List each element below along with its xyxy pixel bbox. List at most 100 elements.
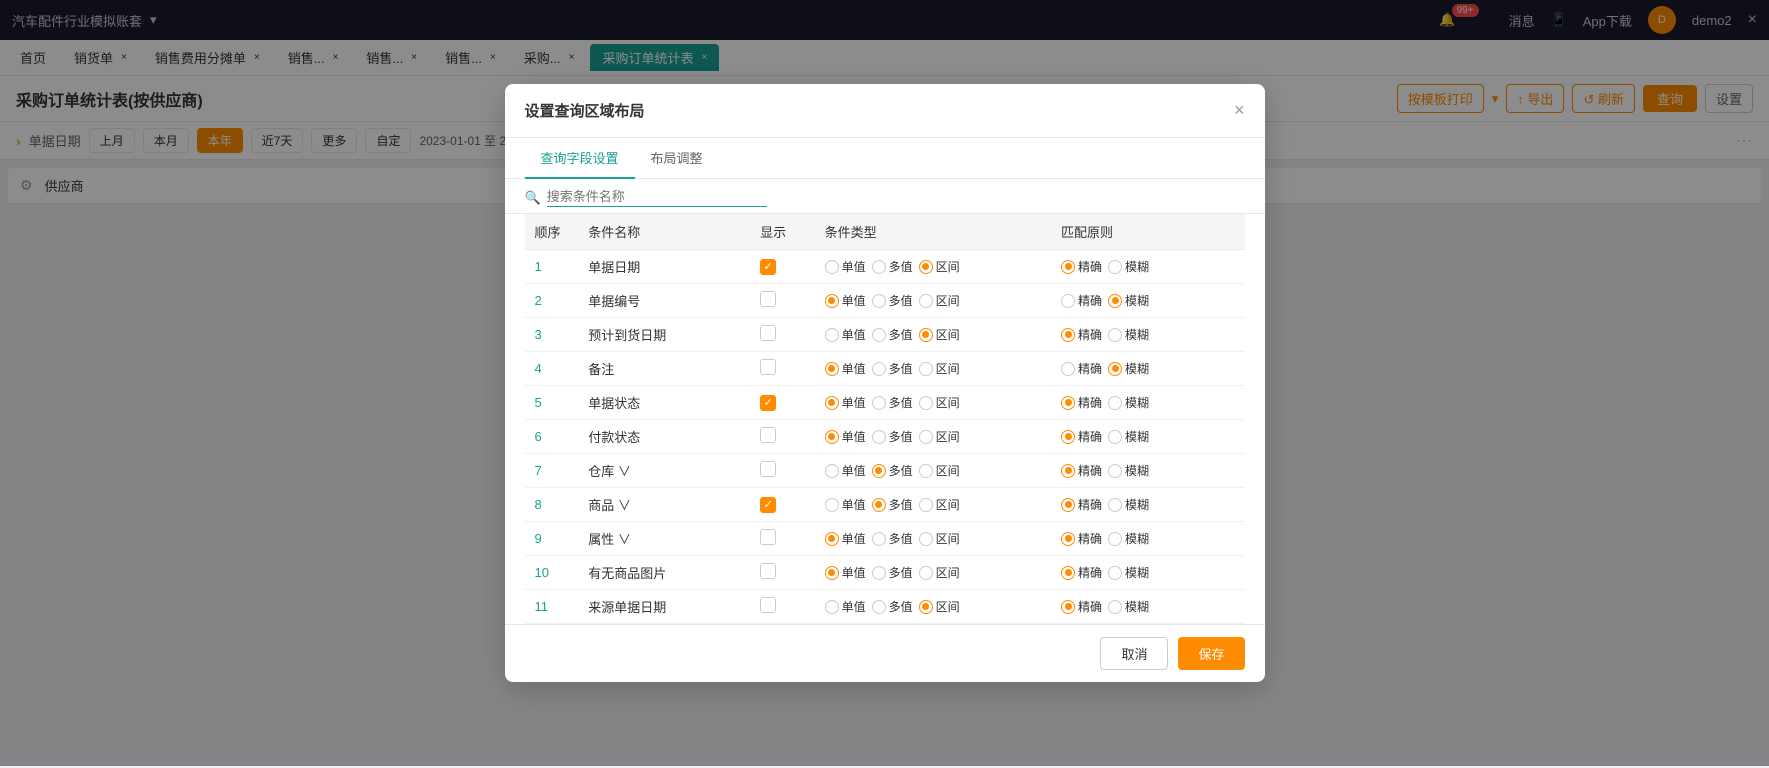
radio-label-多值-5: 多值: [889, 428, 913, 445]
type-option-单值-8[interactable]: 单值: [825, 530, 866, 547]
type-option-单值-7[interactable]: 单值: [825, 496, 866, 513]
type-option-区间-6[interactable]: 区间: [919, 462, 960, 479]
checkbox-10[interactable]: [760, 597, 776, 613]
row-show-0[interactable]: ✓: [750, 250, 814, 284]
checkbox-4[interactable]: ✓: [760, 395, 776, 411]
row-type-5: 单值 多值区间: [815, 420, 1051, 454]
type-option-区间-7[interactable]: 区间: [919, 496, 960, 513]
match-option-精确-8[interactable]: 精确: [1061, 530, 1102, 547]
radio-label-多值-3: 多值: [889, 360, 913, 377]
tab-layout-adjust[interactable]: 布局调整: [635, 138, 719, 179]
checkbox-7[interactable]: ✓: [760, 497, 776, 513]
match-option-模糊-0[interactable]: 模糊: [1108, 258, 1149, 275]
type-option-多值-9[interactable]: 多值: [872, 564, 913, 581]
type-option-区间-1[interactable]: 区间: [919, 292, 960, 309]
match-option-精确-7[interactable]: 精确: [1061, 496, 1102, 513]
match-radio-circle-精确-3: [1061, 362, 1075, 376]
row-show-6[interactable]: [750, 454, 814, 488]
checkbox-9[interactable]: [760, 563, 776, 579]
type-option-单值-6[interactable]: 单值: [825, 462, 866, 479]
row-show-10[interactable]: [750, 590, 814, 624]
type-option-多值-8[interactable]: 多值: [872, 530, 913, 547]
row-name-8: 属性 ∨: [578, 522, 750, 556]
checkbox-0[interactable]: ✓: [760, 259, 776, 275]
match-option-模糊-9[interactable]: 模糊: [1108, 564, 1149, 581]
type-option-单值-4[interactable]: 单值: [825, 394, 866, 411]
type-option-多值-3[interactable]: 多值: [872, 360, 913, 377]
match-option-模糊-3[interactable]: 模糊: [1108, 360, 1149, 377]
checkbox-3[interactable]: [760, 359, 776, 375]
type-option-单值-9[interactable]: 单值: [825, 564, 866, 581]
type-option-多值-6[interactable]: 多值: [872, 462, 913, 479]
radio-label-单值-9: 单值: [842, 564, 866, 581]
table-row: 1单据日期✓单值多值区间精确模糊: [525, 250, 1245, 284]
row-show-3[interactable]: [750, 352, 814, 386]
match-option-精确-5[interactable]: 精确: [1061, 428, 1102, 445]
search-input[interactable]: [547, 189, 747, 204]
match-option-模糊-2[interactable]: 模糊: [1108, 326, 1149, 343]
match-radio-label-模糊-6: 模糊: [1125, 462, 1149, 479]
type-option-区间-0[interactable]: 区间: [919, 258, 960, 275]
row-show-2[interactable]: [750, 318, 814, 352]
match-option-精确-4[interactable]: 精确: [1061, 394, 1102, 411]
type-option-单值-5[interactable]: 单值: [825, 428, 866, 445]
row-order-10: 11: [525, 590, 579, 624]
checkbox-2[interactable]: [760, 325, 776, 341]
radio-label-多值-7: 多值: [889, 496, 913, 513]
type-option-多值-2[interactable]: 多值: [872, 326, 913, 343]
type-option-区间-9[interactable]: 区间: [919, 564, 960, 581]
type-option-多值-1[interactable]: 多值: [872, 292, 913, 309]
match-option-模糊-8[interactable]: 模糊: [1108, 530, 1149, 547]
checkbox-1[interactable]: [760, 291, 776, 307]
match-radio-label-精确-2: 精确: [1078, 326, 1102, 343]
match-option-精确-0[interactable]: 精确: [1061, 258, 1102, 275]
type-option-多值-5[interactable]: 多值: [872, 428, 913, 445]
checkbox-5[interactable]: [760, 427, 776, 443]
save-button[interactable]: 保存: [1178, 637, 1244, 670]
radio-circle-区间-8: [919, 532, 933, 546]
modal-close-button[interactable]: ×: [1234, 100, 1245, 121]
checkbox-8[interactable]: [760, 529, 776, 545]
type-option-多值-7[interactable]: 多值: [872, 496, 913, 513]
match-option-精确-2[interactable]: 精确: [1061, 326, 1102, 343]
match-option-模糊-10[interactable]: 模糊: [1108, 598, 1149, 615]
match-option-模糊-7[interactable]: 模糊: [1108, 496, 1149, 513]
type-option-多值-10[interactable]: 多值: [872, 598, 913, 615]
type-option-单值-3[interactable]: 单值: [825, 360, 866, 377]
type-option-区间-2[interactable]: 区间: [919, 326, 960, 343]
modal-header: 设置查询区域布局 ×: [505, 84, 1265, 138]
tab-query-fields[interactable]: 查询字段设置: [525, 138, 635, 179]
type-option-单值-10[interactable]: 单值: [825, 598, 866, 615]
type-option-区间-10[interactable]: 区间: [919, 598, 960, 615]
type-option-多值-4[interactable]: 多值: [872, 394, 913, 411]
type-option-区间-3[interactable]: 区间: [919, 360, 960, 377]
type-option-多值-0[interactable]: 多值: [872, 258, 913, 275]
row-name-1: 单据编号: [578, 284, 750, 318]
match-option-精确-1[interactable]: 精确: [1061, 292, 1102, 309]
match-option-模糊-4[interactable]: 模糊: [1108, 394, 1149, 411]
row-name-6: 仓库 ∨: [578, 454, 750, 488]
row-show-1[interactable]: [750, 284, 814, 318]
row-show-5[interactable]: [750, 420, 814, 454]
row-show-9[interactable]: [750, 556, 814, 590]
type-option-单值-0[interactable]: 单值: [825, 258, 866, 275]
cancel-button[interactable]: 取消: [1100, 637, 1168, 670]
radio-label-单值-5: 单值: [842, 428, 866, 445]
type-option-单值-2[interactable]: 单值: [825, 326, 866, 343]
type-option-单值-1[interactable]: 单值: [825, 292, 866, 309]
row-show-4[interactable]: ✓: [750, 386, 814, 420]
match-option-模糊-6[interactable]: 模糊: [1108, 462, 1149, 479]
match-option-精确-10[interactable]: 精确: [1061, 598, 1102, 615]
match-option-精确-9[interactable]: 精确: [1061, 564, 1102, 581]
row-show-7[interactable]: ✓: [750, 488, 814, 522]
match-option-模糊-1[interactable]: 模糊: [1108, 292, 1149, 309]
match-option-模糊-5[interactable]: 模糊: [1108, 428, 1149, 445]
checkbox-6[interactable]: [760, 461, 776, 477]
type-option-区间-8[interactable]: 区间: [919, 530, 960, 547]
type-option-区间-5[interactable]: 区间: [919, 428, 960, 445]
table-row: 10有无商品图片单值多值区间精确模糊: [525, 556, 1245, 590]
row-show-8[interactable]: [750, 522, 814, 556]
match-option-精确-6[interactable]: 精确: [1061, 462, 1102, 479]
type-option-区间-4[interactable]: 区间: [919, 394, 960, 411]
match-option-精确-3[interactable]: 精确: [1061, 360, 1102, 377]
